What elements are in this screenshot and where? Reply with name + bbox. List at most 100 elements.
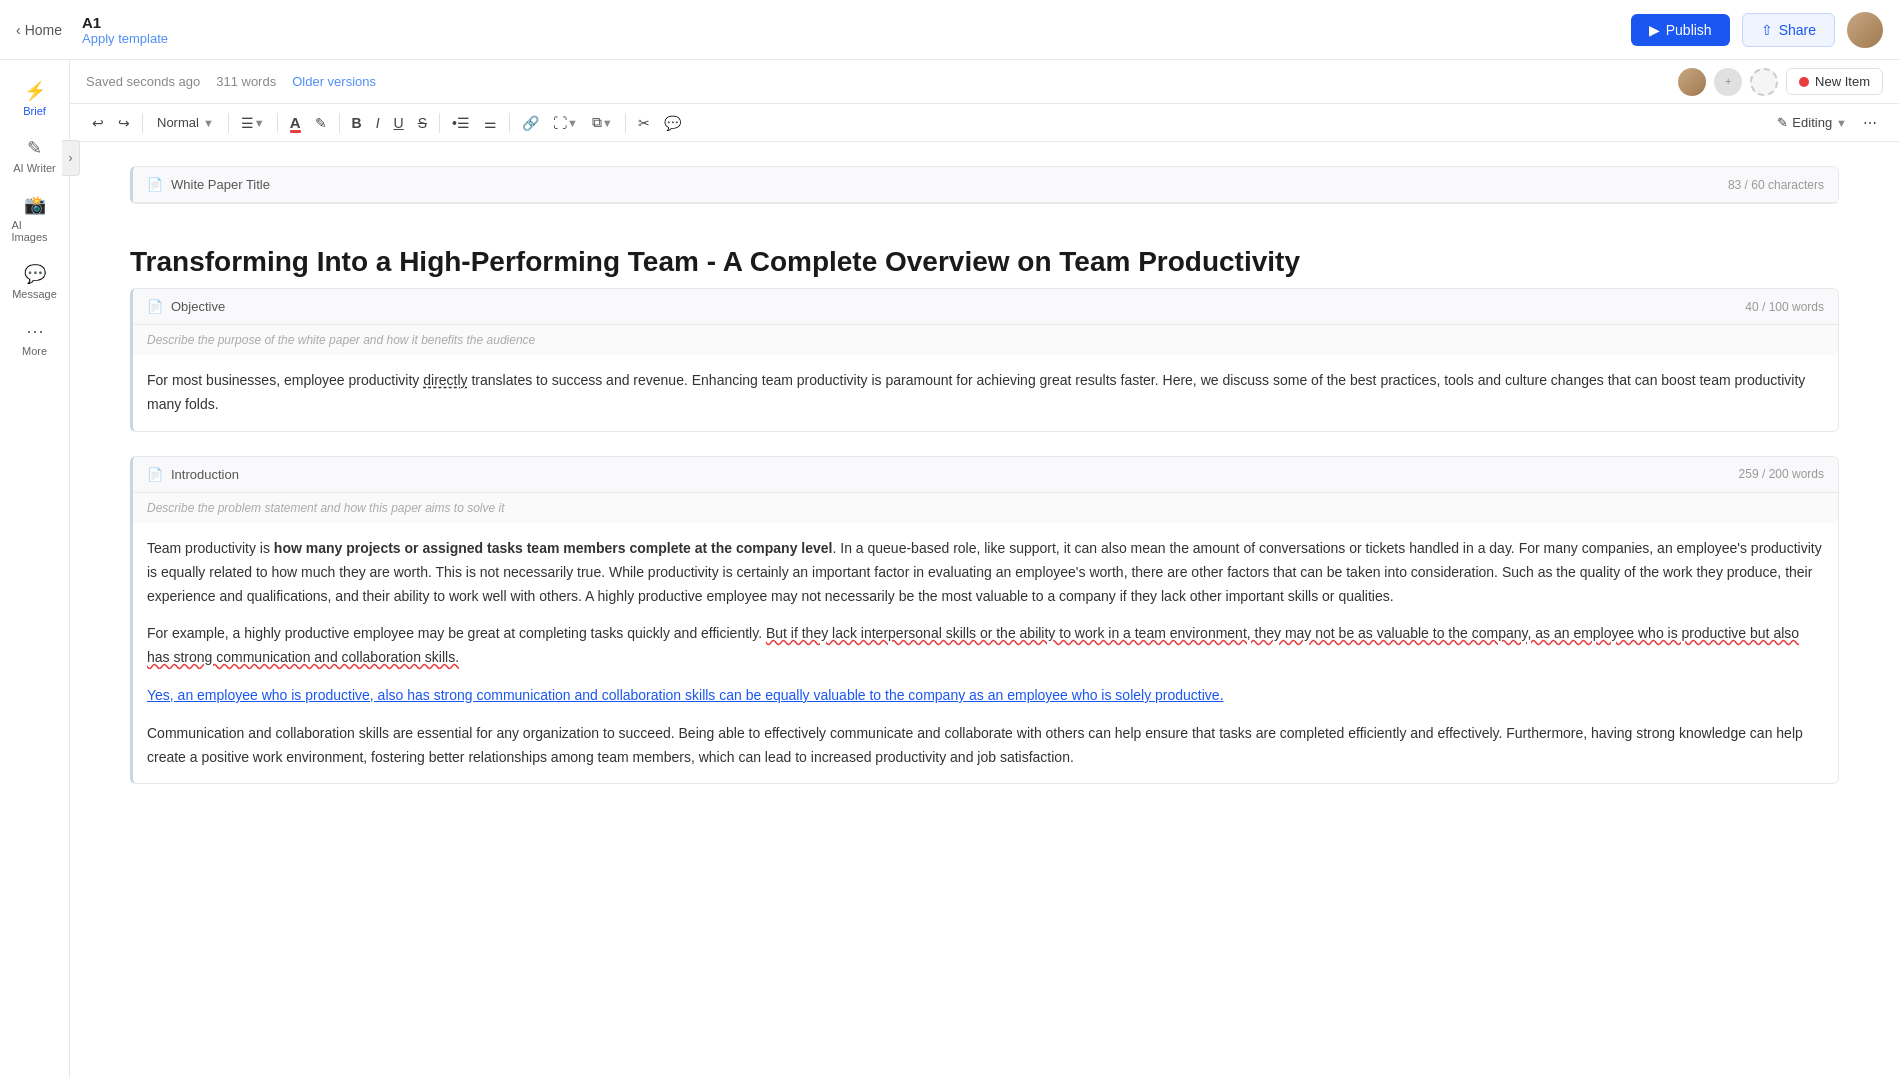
title-char-count: 83 / 60 characters [1728,178,1824,192]
sidebar: ⚡ Brief ✎ AI Writer 📸 AI Images 💬 Messag… [0,60,70,1078]
more-icon: ⋯ [26,320,44,342]
sub-toolbar-left: Saved seconds ago 311 words Older versio… [86,74,376,89]
introduction-content[interactable]: Team productivity is how many projects o… [133,523,1838,783]
align-button[interactable]: ☰ ▼ [235,111,271,135]
numbered-list-button[interactable]: ⚌ [478,111,503,135]
strikethrough-icon: S [418,115,427,131]
introduction-description: Describe the problem statement and how t… [133,493,1838,523]
table-chevron: ▼ [602,117,613,129]
sidebar-item-ai-images[interactable]: 📸 AI Images [6,186,64,251]
intro-para-4: Communication and collaboration skills a… [147,722,1824,770]
intro-para-1: Team productivity is how many projects o… [147,537,1824,608]
sidebar-item-brief[interactable]: ⚡ Brief [6,72,64,125]
toolbar-separator-2 [228,113,229,133]
toolbar-separator-5 [439,113,440,133]
comment-button[interactable]: 💬 [658,111,687,135]
toolbar-separator-6 [509,113,510,133]
introduction-section-name: Introduction [171,467,239,482]
comment-icon: 💬 [664,115,681,131]
text-color-button[interactable]: A [284,110,307,135]
formatting-toolbar: ↩ ↪ Normal ▼ ☰ ▼ A ✎ B [70,104,1899,142]
clear-format-icon: ✂ [638,115,650,131]
share-button[interactable]: ⇧ Share [1742,13,1835,47]
italic-button[interactable]: I [370,111,386,135]
style-dropdown[interactable]: Normal ▼ [149,111,222,134]
underline-word: directly [423,372,467,388]
document-title[interactable]: Transforming Into a High-Performing Team… [130,228,1839,288]
redo-button[interactable]: ↪ [112,111,136,135]
objective-content[interactable]: For most businesses, employee productivi… [133,355,1838,431]
table-icon: ⧉ [592,114,602,131]
clear-format-button[interactable]: ✂ [632,111,656,135]
intro-para1-prefix: Team productivity is [147,540,274,556]
more-options-button[interactable]: ⋯ [1857,111,1883,135]
sidebar-label-ai-writer: AI Writer [13,162,56,174]
sidebar-item-ai-writer[interactable]: ✎ AI Writer [6,129,64,182]
link-button[interactable]: 🔗 [516,111,545,135]
brief-icon: ⚡ [24,80,46,102]
top-bar: ‹ Home A1 Apply template ▶ Publish ⇧ Sha… [0,0,1899,60]
sidebar-collapse-button[interactable]: › [62,140,80,176]
new-item-button[interactable]: New Item [1786,68,1883,95]
style-chevron: ▼ [203,117,214,129]
bold-icon: B [352,115,362,131]
publish-label: Publish [1666,22,1712,38]
avatar[interactable] [1847,12,1883,48]
intro-para3-text: Yes, an employee who is productive, also… [147,687,1224,703]
title-section-header-left: 📄 White Paper Title [147,177,270,192]
introduction-icon: 📄 [147,467,163,482]
underline-button[interactable]: U [388,111,410,135]
highlight-button[interactable]: ✎ [309,111,333,135]
image-chevron: ▼ [567,117,578,129]
apply-template-link[interactable]: Apply template [82,31,168,46]
ai-writer-icon: ✎ [27,137,42,159]
word-count: 311 words [216,74,276,89]
pencil-icon: ✎ [1777,115,1788,130]
home-label: Home [25,22,62,38]
bullet-icon: •☰ [452,115,470,131]
objective-section-header-left: 📄 Objective [147,299,225,314]
ai-images-icon: 📸 [24,194,46,216]
align-chevron: ▼ [254,117,265,129]
italic-icon: I [376,115,380,131]
content-area: Saved seconds ago 311 words Older versio… [70,60,1899,1078]
publish-icon: ▶ [1649,22,1660,38]
objective-section-block: 📄 Objective 40 / 100 words Describe the … [130,288,1839,432]
style-label: Normal [157,115,199,130]
introduction-section-block: 📄 Introduction 259 / 200 words Describe … [130,456,1839,784]
title-section-block: 📄 White Paper Title 83 / 60 characters [130,166,1839,204]
objective-description: Describe the purpose of the white paper … [133,325,1838,355]
document-icon: 📄 [147,177,163,192]
introduction-word-count: 259 / 200 words [1739,467,1824,481]
saved-status: Saved seconds ago [86,74,200,89]
editing-label: Editing [1792,115,1832,130]
align-icon: ☰ [241,115,254,131]
numbered-icon: ⚌ [484,115,497,131]
bold-button[interactable]: B [346,111,368,135]
editing-dropdown[interactable]: ✎ Editing ▼ [1769,111,1855,134]
home-link[interactable]: ‹ Home [16,22,62,38]
share-icon: ⇧ [1761,22,1773,38]
image-button[interactable]: ⛶ ▼ [547,111,584,135]
strikethrough-button[interactable]: S [412,111,433,135]
breadcrumb-area: A1 Apply template [82,14,168,46]
publish-button[interactable]: ▶ Publish [1631,14,1730,46]
sidebar-item-more[interactable]: ⋯ More [6,312,64,365]
sidebar-item-message[interactable]: 💬 Message [6,255,64,308]
editor-area[interactable]: 📄 White Paper Title 83 / 60 characters T… [70,142,1899,1078]
intro-para1-bold: how many projects or assigned tasks team… [274,540,833,556]
bullet-list-button[interactable]: •☰ [446,111,476,135]
undo-button[interactable]: ↩ [86,111,110,135]
table-button[interactable]: ⧉ ▼ [586,110,619,135]
message-icon: 💬 [24,263,46,285]
objective-section-header: 📄 Objective 40 / 100 words [133,289,1838,325]
intro-para-3: Yes, an employee who is productive, also… [147,684,1824,708]
toolbar-separator-3 [277,113,278,133]
sidebar-label-brief: Brief [23,105,46,117]
older-versions-link[interactable]: Older versions [292,74,376,89]
introduction-section-header: 📄 Introduction 259 / 200 words [133,457,1838,493]
intro-para4-text: Communication and collaboration skills a… [147,725,1803,765]
chevron-left-icon: ‹ [16,22,21,38]
intro-para2-prefix: For example, a highly productive employe… [147,625,766,641]
collaborator-avatar-1 [1678,68,1706,96]
